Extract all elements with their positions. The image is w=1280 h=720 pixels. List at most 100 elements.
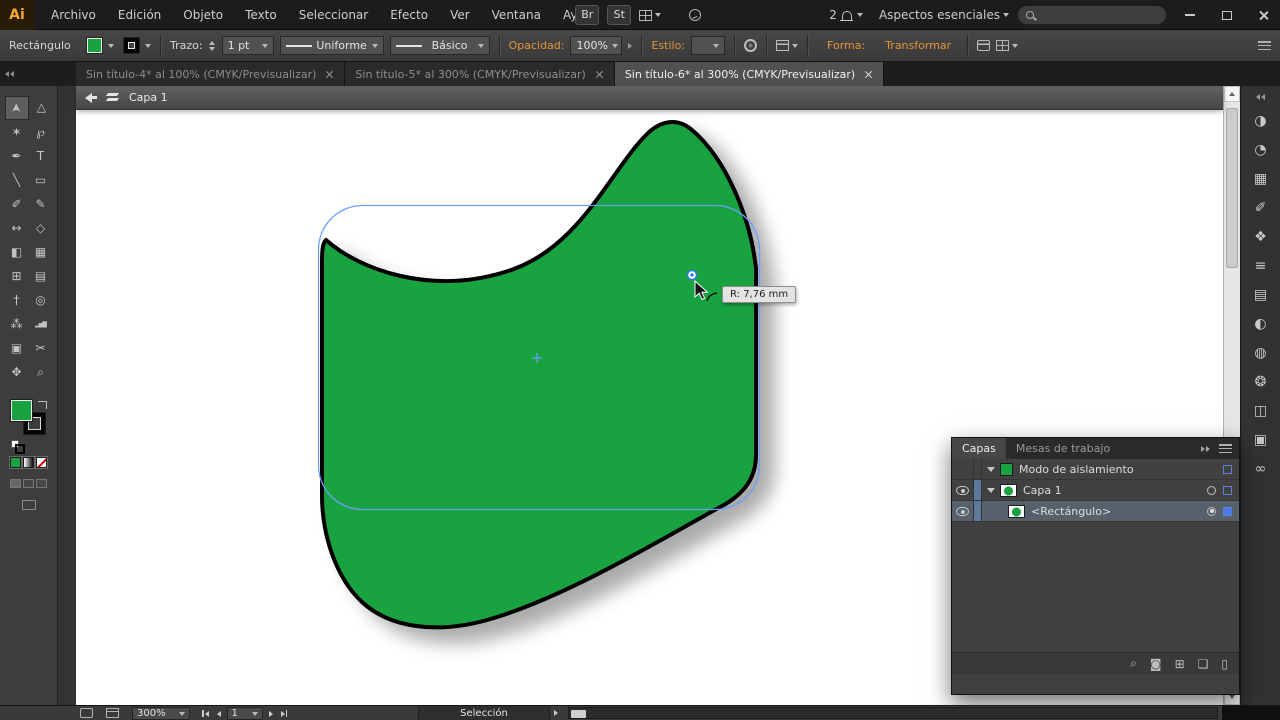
- panel-menu-icon[interactable]: [1219, 444, 1232, 453]
- line-segment-tool[interactable]: ╲: [5, 168, 29, 192]
- fill-color-swatch[interactable]: [86, 37, 103, 54]
- graphic-styles-panel-icon[interactable]: ❂: [1241, 367, 1280, 396]
- delete-icon[interactable]: ▯: [1221, 657, 1228, 671]
- exit-isolation-button[interactable]: [85, 92, 97, 103]
- layers-panel-icon[interactable]: ◫: [1241, 396, 1280, 425]
- stepper-up-icon[interactable]: [208, 40, 215, 45]
- zoom-tool[interactable]: ⌕: [29, 360, 53, 384]
- shape-link[interactable]: Forma:: [827, 39, 865, 52]
- visibility-toggle[interactable]: [952, 501, 974, 521]
- symbols-panel-icon[interactable]: ❖: [1241, 222, 1280, 251]
- appearance-panel-icon[interactable]: ◍: [1241, 338, 1280, 367]
- notifications-button[interactable]: 2: [829, 8, 863, 22]
- gradient-tool[interactable]: ▤: [29, 264, 53, 288]
- selection-square-icon[interactable]: [1223, 485, 1232, 495]
- draw-normal-button[interactable]: [10, 479, 21, 488]
- stroke-weight-stepper[interactable]: [208, 40, 215, 51]
- fill-swatch[interactable]: [9, 399, 33, 422]
- stroke-color-swatch[interactable]: [123, 37, 140, 54]
- zoom-level-dropdown[interactable]: 300%: [132, 707, 190, 720]
- pencil-tool[interactable]: ✎: [29, 192, 53, 216]
- object-thumbnail[interactable]: [1008, 504, 1025, 518]
- opacity-label[interactable]: Opacidad:: [509, 39, 565, 52]
- style-label[interactable]: Estilo:: [651, 39, 685, 52]
- color-button[interactable]: [9, 456, 22, 469]
- visibility-column[interactable]: [952, 459, 974, 479]
- isolate-object-button[interactable]: [977, 40, 991, 51]
- width-profile-dropdown[interactable]: Uniforme: [279, 36, 384, 55]
- hand-tool[interactable]: ✥: [5, 360, 29, 384]
- recolor-artwork-icon[interactable]: [744, 39, 758, 52]
- links-panel-icon[interactable]: ∞: [1241, 454, 1280, 483]
- visibility-toggle[interactable]: [952, 480, 974, 500]
- width-tool[interactable]: ↔: [5, 216, 29, 240]
- layer-row-isolation-mode[interactable]: Modo de aislamiento: [952, 459, 1239, 480]
- direct-selection-tool[interactable]: ▷: [29, 96, 53, 120]
- default-fill-stroke-icon[interactable]: [10, 440, 25, 454]
- lasso-tool[interactable]: ℘: [29, 120, 53, 144]
- perspective-grid-tool[interactable]: ▦: [29, 240, 53, 264]
- color-guide-panel-icon[interactable]: ◔: [1241, 135, 1280, 164]
- artboard-number-field[interactable]: 1: [226, 707, 263, 720]
- color-panel-icon[interactable]: ◑: [1241, 106, 1280, 135]
- restore-button[interactable]: [1212, 0, 1241, 30]
- menu-archivo[interactable]: Archivo: [40, 0, 107, 30]
- layer-row-rectangulo[interactable]: <Rectángulo>: [952, 501, 1239, 522]
- brush-definition-dropdown[interactable]: Básico: [389, 36, 490, 55]
- close-tab-icon[interactable]: [864, 70, 873, 79]
- locate-object-icon[interactable]: ⌕: [1130, 656, 1137, 671]
- bridge-button[interactable]: Br: [575, 5, 600, 25]
- slice-tool[interactable]: ✂: [29, 336, 53, 360]
- new-sublayer-icon[interactable]: ⊞: [1175, 657, 1185, 671]
- share-button[interactable]: [689, 9, 702, 21]
- status-flyout-icon[interactable]: [554, 710, 558, 716]
- illustrator-logo[interactable]: Ai: [0, 0, 34, 30]
- symbol-sprayer-tool[interactable]: ⁂: [5, 312, 29, 336]
- horizontal-scrollbar-thumb[interactable]: [571, 709, 586, 718]
- screen-mode-button[interactable]: [21, 500, 36, 510]
- opacity-flyout-icon[interactable]: [628, 42, 633, 49]
- stepper-down-icon[interactable]: [208, 46, 215, 51]
- tab-capas[interactable]: Capas: [952, 438, 1006, 459]
- selection-tool[interactable]: ➤: [4, 96, 29, 120]
- paintbrush-tool[interactable]: ✐: [5, 192, 29, 216]
- document-setup-button[interactable]: [776, 40, 799, 51]
- none-button[interactable]: [35, 456, 48, 469]
- free-transform-tool[interactable]: ◇: [29, 216, 53, 240]
- menu-edicion[interactable]: Edición: [107, 0, 172, 30]
- menu-objeto[interactable]: Objeto: [172, 0, 234, 30]
- column-graph-tool[interactable]: ▂▅▇: [29, 312, 53, 336]
- disclosure-triangle-icon[interactable]: [987, 466, 995, 472]
- horizontal-scrollbar[interactable]: [568, 707, 1218, 719]
- stroke-dropdown-icon[interactable]: [145, 43, 151, 48]
- make-clipping-mask-icon[interactable]: ◙: [1150, 657, 1162, 671]
- green-wave-shape[interactable]: [320, 120, 758, 630]
- menu-ver[interactable]: Ver: [439, 0, 481, 30]
- last-artboard-button[interactable]: [279, 710, 290, 717]
- swap-fill-stroke-icon[interactable]: [37, 401, 47, 409]
- isolation-breadcrumb[interactable]: Capa 1: [129, 91, 168, 104]
- document-tab-3[interactable]: Sin título-6* al 300% (CMYK/Previsualiza…: [614, 62, 885, 86]
- collapse-tools-dock-button[interactable]: [0, 62, 76, 86]
- tab-mesas-de-trabajo[interactable]: Mesas de trabajo: [1006, 438, 1120, 459]
- transparency-panel-icon[interactable]: ◐: [1241, 309, 1280, 338]
- document-tab-2[interactable]: Sin título-5* al 300% (CMYK/Previsualiza…: [345, 62, 615, 86]
- mesh-tool[interactable]: ⊞: [5, 264, 29, 288]
- magic-wand-tool[interactable]: ✶: [5, 120, 29, 144]
- stock-button[interactable]: St: [607, 5, 632, 25]
- target-circle-selected-icon[interactable]: [1207, 506, 1216, 516]
- next-artboard-button[interactable]: [267, 710, 275, 717]
- fill-dropdown-icon[interactable]: [108, 43, 114, 48]
- select-similar-button[interactable]: [996, 40, 1019, 51]
- new-layer-icon[interactable]: ❏: [1198, 657, 1209, 671]
- draw-behind-button[interactable]: [23, 479, 34, 488]
- workspace-switcher[interactable]: Aspectos esenciales: [879, 8, 1009, 22]
- gradient-button[interactable]: [22, 456, 35, 469]
- style-dropdown[interactable]: [691, 36, 726, 55]
- target-circle-icon[interactable]: [1207, 485, 1216, 495]
- swatches-panel-icon[interactable]: ▦: [1241, 164, 1280, 193]
- previous-artboard-button[interactable]: [215, 710, 223, 717]
- close-button[interactable]: [1249, 0, 1278, 30]
- document-status-icon[interactable]: [106, 708, 119, 718]
- stroke-weight-field[interactable]: 1 pt: [221, 36, 274, 55]
